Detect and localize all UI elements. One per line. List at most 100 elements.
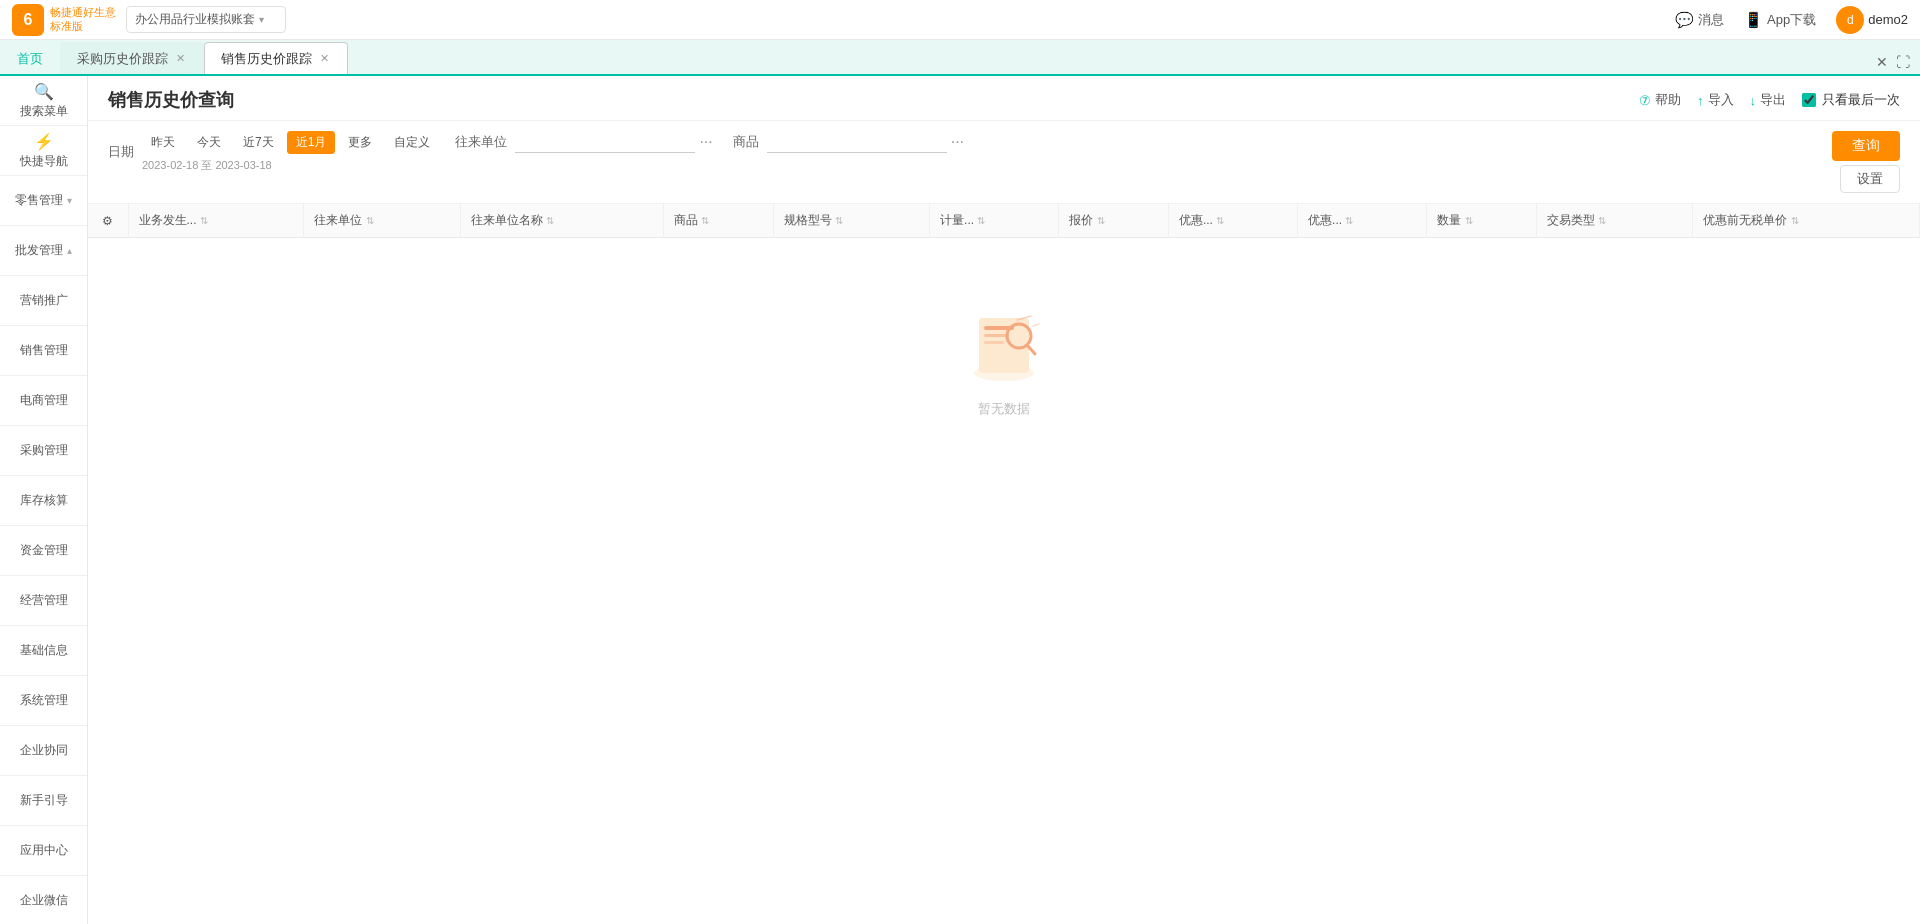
date-btn-1month[interactable]: 近1月: [287, 131, 336, 154]
close-all-tabs[interactable]: ✕: [1876, 54, 1888, 70]
close-tab-purchase[interactable]: ✕: [174, 50, 187, 67]
avatar: d: [1836, 6, 1864, 34]
column-partner-name[interactable]: 往来单位名称 ⇅: [460, 204, 663, 238]
column-product[interactable]: 商品 ⇅: [663, 204, 773, 238]
tab-sales-history[interactable]: 销售历史价跟踪 ✕: [204, 42, 348, 74]
column-unit[interactable]: 计量... ⇅: [930, 204, 1059, 238]
sidebar-item-newbie-guide[interactable]: 新手引导: [0, 776, 87, 826]
svg-rect-3: [984, 334, 1009, 337]
sort-icon: ⇅: [701, 215, 709, 226]
sidebar-item-retail[interactable]: 零售管理 ▾: [0, 176, 87, 226]
sort-icon: ⇅: [1465, 215, 1473, 226]
import-button[interactable]: ↑ 导入: [1697, 91, 1734, 109]
partner-filter-group: 往来单位 ···: [455, 131, 716, 153]
close-tab-sales[interactable]: ✕: [318, 50, 331, 67]
column-tx-type[interactable]: 交易类型 ⇅: [1536, 204, 1692, 238]
product-input[interactable]: [767, 131, 947, 153]
account-selector[interactable]: 办公用品行业模拟账套 ▾: [126, 6, 286, 33]
sidebar-item-app-center[interactable]: 应用中心: [0, 826, 87, 876]
message-icon: 💬: [1675, 11, 1694, 29]
sort-icon: ⇅: [366, 215, 374, 226]
tab-home[interactable]: 首页: [0, 42, 60, 74]
only-last-checkbox[interactable]: [1802, 93, 1816, 107]
phone-icon: 📱: [1744, 11, 1763, 29]
tab-bar: 首页 采购历史价跟踪 ✕ 销售历史价跟踪 ✕ ✕ ⛶: [0, 40, 1920, 76]
sidebar-item-finance[interactable]: 资金管理: [0, 526, 87, 576]
product-dots-button[interactable]: ···: [947, 133, 968, 151]
svg-line-8: [1033, 324, 1039, 326]
import-icon: ↑: [1697, 93, 1704, 108]
date-btn-yesterday[interactable]: 昨天: [142, 131, 184, 154]
setting-button[interactable]: 设置: [1840, 165, 1900, 193]
sidebar-item-enterprise-collab[interactable]: 企业协同: [0, 726, 87, 776]
column-biz-date[interactable]: 业务发生... ⇅: [128, 204, 304, 238]
chevron-down-icon: ▾: [259, 14, 264, 25]
column-spec[interactable]: 规格型号 ⇅: [773, 204, 929, 238]
sidebar-item-basic-info[interactable]: 基础信息: [0, 626, 87, 676]
maximize-icon[interactable]: ⛶: [1896, 54, 1910, 70]
user-menu[interactable]: d demo2: [1836, 6, 1908, 34]
main-layout: 🔍 搜索菜单 ⚡ 快捷导航 零售管理 ▾ 批发管理 ▴ 营销推广 销售管理 电商…: [0, 76, 1920, 924]
date-range-text: 2023-02-18 至 2023-03-18: [142, 158, 439, 173]
help-icon: ⑦: [1639, 93, 1651, 108]
page-content: 销售历史价查询 ⑦ 帮助 ↑ 导入 ↓ 导出: [88, 76, 1920, 924]
sidebar-item-system[interactable]: 系统管理: [0, 676, 87, 726]
column-discount1[interactable]: 优惠... ⇅: [1168, 204, 1297, 238]
sort-icon: ⇅: [546, 215, 554, 226]
sidebar-item-search[interactable]: 🔍 搜索菜单: [0, 76, 87, 126]
sort-icon: ⇅: [1598, 215, 1606, 226]
date-btn-custom[interactable]: 自定义: [385, 131, 439, 154]
date-btn-more[interactable]: 更多: [339, 131, 381, 154]
column-partner[interactable]: 往来单位 ⇅: [304, 204, 460, 238]
sort-icon: ⇅: [1791, 215, 1799, 226]
logo-icon: 6: [12, 4, 44, 36]
product-filter-group: 商品 ···: [733, 131, 968, 153]
date-btn-today[interactable]: 今天: [188, 131, 230, 154]
date-options-group: 昨天 今天 近7天 近1月 更多 自定义 2023-02-18 至 2023-0…: [142, 131, 439, 173]
column-settings[interactable]: ⚙: [88, 204, 128, 238]
sort-icon: ⇅: [200, 215, 208, 226]
product-label: 商品: [733, 133, 759, 151]
only-last-checkbox-wrap[interactable]: 只看最后一次: [1802, 91, 1900, 109]
user-name: demo2: [1868, 12, 1908, 27]
table-wrap: ⚙ 业务发生... ⇅ 往来单位 ⇅ 往来单位名称 ⇅: [88, 204, 1920, 924]
sidebar-item-ecommerce[interactable]: 电商管理: [0, 376, 87, 426]
data-table: ⚙ 业务发生... ⇅ 往来单位 ⇅ 往来单位名称 ⇅: [88, 204, 1920, 238]
sidebar-item-quicknav[interactable]: ⚡ 快捷导航: [0, 126, 87, 176]
sidebar-item-enterprise-wechat[interactable]: 企业微信: [0, 876, 87, 924]
page-header-actions: ⑦ 帮助 ↑ 导入 ↓ 导出 只看最后一次: [1639, 91, 1900, 109]
empty-state: 暂无数据: [88, 238, 1920, 478]
empty-text: 暂无数据: [978, 400, 1030, 418]
sort-icon: ⇅: [1097, 215, 1105, 226]
sidebar-item-purchase[interactable]: 采购管理: [0, 426, 87, 476]
partner-dots-button[interactable]: ···: [695, 133, 716, 151]
column-pretax-price[interactable]: 优惠前无税单价 ⇅: [1693, 204, 1920, 238]
message-action[interactable]: 💬 消息: [1675, 11, 1724, 29]
logo-text: 畅捷通好生意 标准版: [50, 6, 116, 32]
partner-input-wrap: ···: [515, 131, 716, 153]
date-options: 昨天 今天 近7天 近1月 更多 自定义: [142, 131, 439, 154]
tab-purchase-history[interactable]: 采购历史价跟踪 ✕: [60, 42, 204, 74]
column-discount2[interactable]: 优惠... ⇅: [1298, 204, 1427, 238]
column-qty[interactable]: 数量 ⇅: [1427, 204, 1537, 238]
sidebar-item-marketing[interactable]: 营销推广: [0, 276, 87, 326]
app-download-action[interactable]: 📱 App下载: [1744, 11, 1816, 29]
sidebar: 🔍 搜索菜单 ⚡ 快捷导航 零售管理 ▾ 批发管理 ▴ 营销推广 销售管理 电商…: [0, 76, 88, 924]
date-btn-7days[interactable]: 近7天: [234, 131, 283, 154]
svg-rect-4: [984, 341, 1004, 344]
product-input-wrap: ···: [767, 131, 968, 153]
sidebar-item-operations[interactable]: 经营管理: [0, 576, 87, 626]
partner-input[interactable]: [515, 131, 695, 153]
sidebar-item-sales[interactable]: 销售管理: [0, 326, 87, 376]
quick-nav-icon: ⚡: [34, 132, 54, 151]
column-price[interactable]: 报价 ⇅: [1059, 204, 1169, 238]
sidebar-item-inventory[interactable]: 库存核算: [0, 476, 87, 526]
empty-icon: [959, 298, 1049, 388]
help-button[interactable]: ⑦ 帮助: [1639, 91, 1681, 109]
export-button[interactable]: ↓ 导出: [1750, 91, 1787, 109]
logo: 6 畅捷通好生意 标准版: [12, 4, 116, 36]
query-button[interactable]: 查询: [1832, 131, 1900, 161]
search-icon: 🔍: [34, 82, 54, 101]
sidebar-item-wholesale[interactable]: 批发管理 ▴: [0, 226, 87, 276]
content-area: 销售历史价查询 ⑦ 帮助 ↑ 导入 ↓ 导出: [88, 76, 1920, 924]
